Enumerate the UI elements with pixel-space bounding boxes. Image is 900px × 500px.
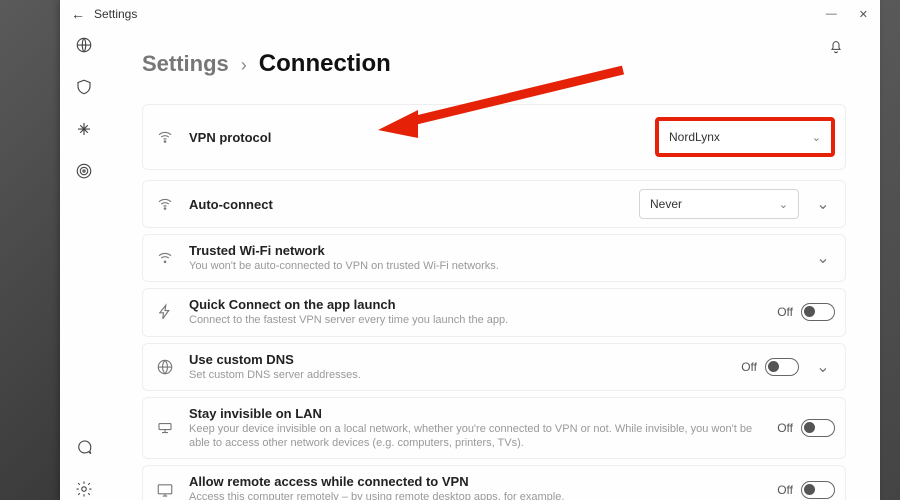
chevron-down-icon: ⌄ [779, 198, 788, 211]
bolt-icon [153, 303, 177, 321]
row-label: VPN protocol [189, 130, 643, 145]
target-icon[interactable] [73, 160, 95, 182]
breadcrumb-separator: › [241, 55, 247, 76]
row-label: Trusted Wi-Fi network [189, 243, 799, 258]
vpn-protocol-select[interactable]: NordLynx ⌄ [655, 117, 835, 157]
notifications-icon[interactable] [828, 38, 844, 54]
row-desc: Keep your device invisible on a local ne… [189, 422, 765, 451]
row-custom-dns: Use custom DNS Set custom DNS server add… [142, 343, 846, 391]
toggle-label: Off [777, 483, 793, 497]
gear-icon[interactable] [73, 478, 95, 500]
row-label: Use custom DNS [189, 352, 729, 367]
sidebar [60, 0, 108, 500]
breadcrumb: Settings › Connection [142, 50, 846, 78]
row-vpn-protocol: VPN protocol NordLynx ⌄ [142, 104, 846, 170]
toggle-label: Off [777, 305, 793, 319]
remote-icon [153, 481, 177, 499]
row-desc: Set custom DNS server addresses. [189, 368, 729, 382]
remote-access-toggle[interactable] [801, 481, 835, 499]
main-content: Settings › Connection [108, 0, 880, 500]
row-stay-invisible: Stay invisible on LAN Keep your device i… [142, 397, 846, 460]
expand-button[interactable]: ⌄ [811, 194, 835, 214]
custom-dns-toggle[interactable] [765, 358, 799, 376]
auto-connect-select[interactable]: Never ⌄ [639, 189, 799, 219]
breadcrumb-root[interactable]: Settings [142, 51, 229, 77]
row-desc: Connect to the fastest VPN server every … [189, 313, 765, 327]
row-label: Quick Connect on the app launch [189, 297, 765, 312]
stay-invisible-toggle[interactable] [801, 419, 835, 437]
row-desc: Access this computer remotely – by using… [189, 490, 765, 500]
settings-list: VPN protocol NordLynx ⌄ Auto-connect [142, 104, 846, 500]
toggle-label: Off [777, 421, 793, 435]
row-label: Allow remote access while connected to V… [189, 474, 765, 489]
row-label: Auto-connect [189, 197, 627, 212]
breadcrumb-current: Connection [259, 50, 391, 78]
row-remote-access: Allow remote access while connected to V… [142, 465, 846, 500]
expand-button[interactable]: ⌄ [811, 357, 835, 377]
select-value: Never [650, 197, 682, 211]
toggle-label: Off [741, 360, 757, 374]
chevron-down-icon: ⌄ [812, 131, 821, 144]
row-auto-connect: Auto-connect Never ⌄ ⌄ [142, 180, 846, 228]
wifi-icon [153, 195, 177, 213]
shield-icon[interactable] [73, 76, 95, 98]
expand-button[interactable]: ⌄ [811, 248, 835, 268]
wifi-protocol-icon [153, 128, 177, 146]
wifi-trust-icon [153, 249, 177, 267]
sparkle-icon[interactable] [73, 118, 95, 140]
row-quick-connect: Quick Connect on the app launch Connect … [142, 288, 846, 336]
quick-connect-toggle[interactable] [801, 303, 835, 321]
dns-icon [153, 358, 177, 376]
app-window: ← Settings — ✕ [60, 0, 880, 500]
chat-icon[interactable] [73, 436, 95, 458]
row-label: Stay invisible on LAN [189, 406, 765, 421]
row-trusted-wifi: Trusted Wi-Fi network You won't be auto-… [142, 234, 846, 282]
globe-icon[interactable] [73, 34, 95, 56]
lan-icon [153, 419, 177, 437]
select-value: NordLynx [669, 130, 720, 144]
row-desc: You won't be auto-connected to VPN on tr… [189, 259, 799, 273]
back-button[interactable]: ← [68, 6, 88, 22]
